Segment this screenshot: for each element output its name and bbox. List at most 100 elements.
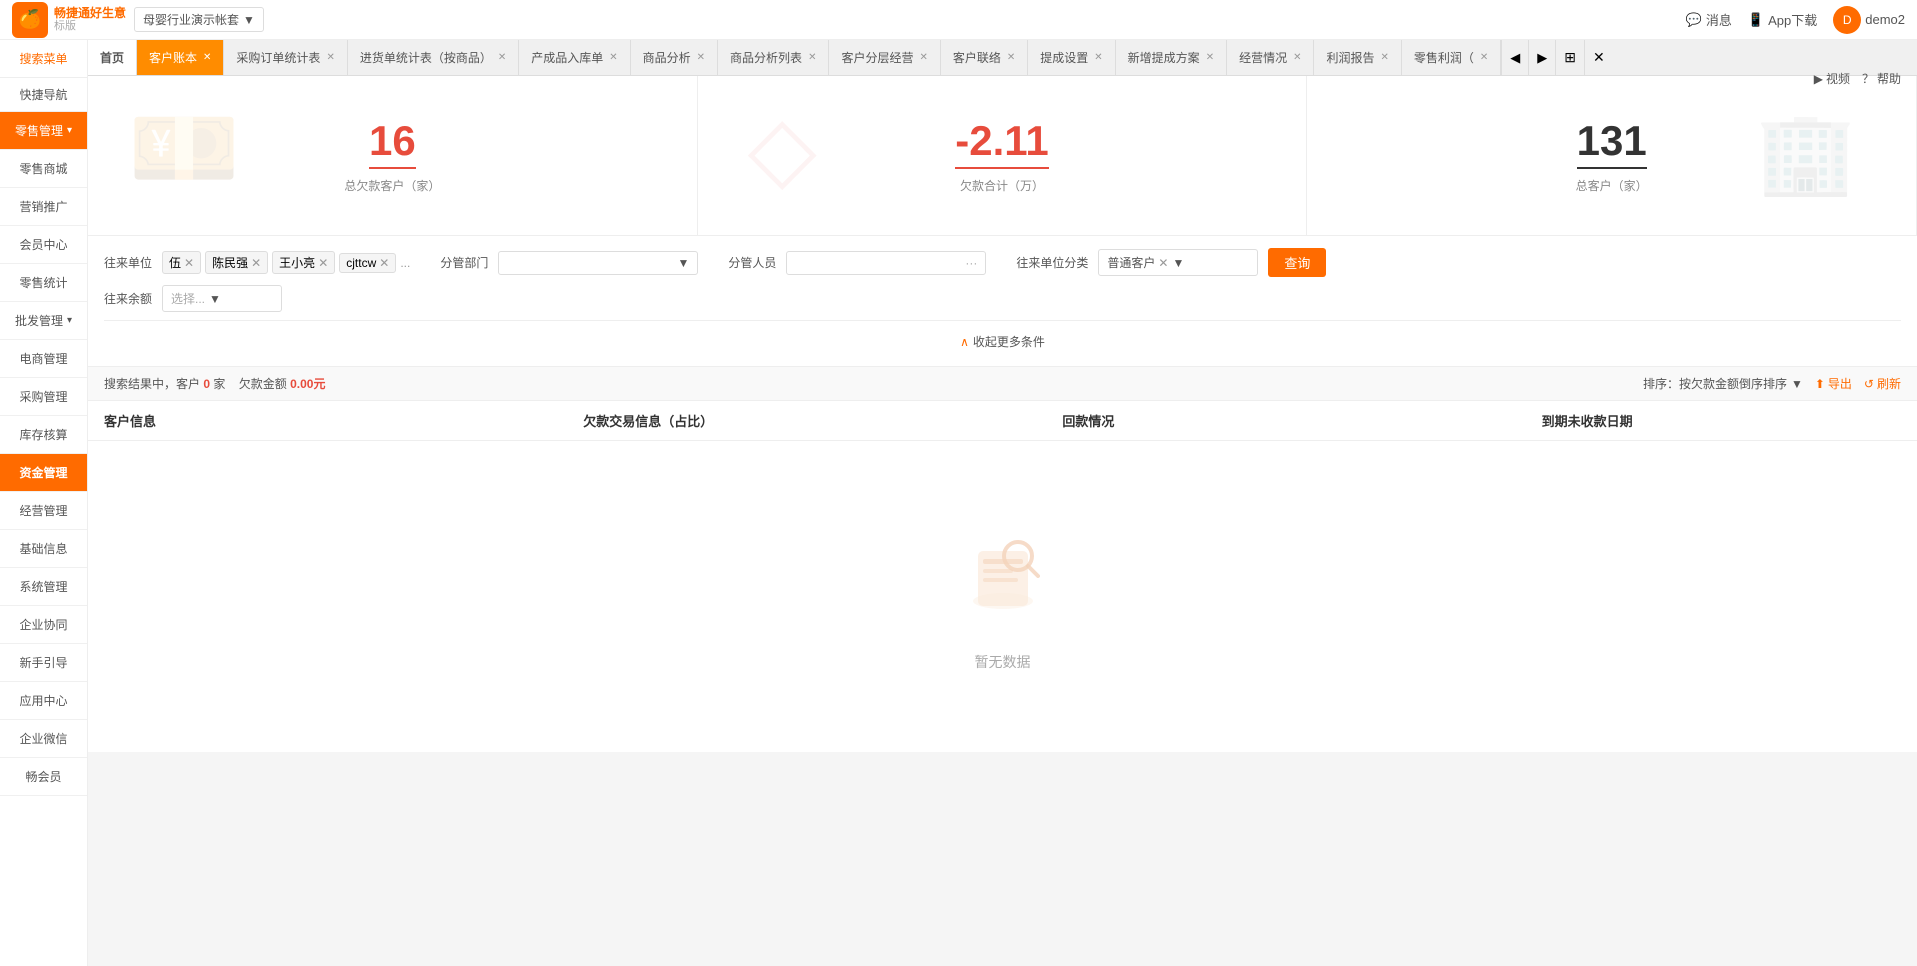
remove-tag-chen[interactable]: ✕ — [251, 256, 261, 270]
app-download-btn[interactable]: 📱 App下载 — [1748, 10, 1817, 29]
top-bar-right: 💬 消息 📱 App下载 D demo2 — [1686, 6, 1905, 34]
refresh-btn[interactable]: ↺ 刷新 — [1864, 375, 1901, 392]
tab-close-customer-book[interactable]: ✕ — [203, 52, 211, 63]
sidebar-item-ecommerce[interactable]: 电商管理 — [0, 340, 87, 378]
sidebar-item-system[interactable]: 系统管理 — [0, 568, 87, 606]
sidebar-item-base[interactable]: 基础信息 — [0, 530, 87, 568]
tab-ops-situation[interactable]: 经营情况 ✕ — [1227, 40, 1314, 76]
tab-close-stock-stats[interactable]: ✕ — [498, 52, 506, 63]
results-info: 搜索结果中，客户 0 家 欠款金额 0.00元 排序：按欠款金额倒序排序 ▼ ⬆… — [88, 367, 1917, 401]
tab-close-product-analysis[interactable]: ✕ — [697, 52, 705, 63]
collapse-btn[interactable]: ∧ 收起更多条件 — [104, 329, 1901, 354]
query-button[interactable]: 查询 — [1268, 248, 1326, 277]
sidebar-quick-nav[interactable]: 快捷导航 — [0, 78, 87, 112]
sidebar-item-member[interactable]: 会员中心 — [0, 226, 87, 264]
top-bar: 🍊 畅捷通好生意 标版 母婴行业演示帐套 ▼ 💬 消息 📱 App下载 D de… — [0, 0, 1917, 40]
sidebar-item-finance[interactable]: 资金管理 — [0, 454, 87, 492]
filter-tag-wang: 王小亮 ✕ — [272, 251, 335, 274]
tab-customer-tier[interactable]: 客户分层经营 ✕ — [829, 40, 940, 76]
user-menu[interactable]: D demo2 — [1833, 6, 1905, 34]
video-btn[interactable]: ▶ 视频 — [1814, 76, 1850, 87]
tab-close-customer-tier[interactable]: ✕ — [919, 52, 927, 63]
sidebar-item-enterprise[interactable]: 企业协同 — [0, 606, 87, 644]
balance-select[interactable]: 选择... ▼ — [162, 285, 282, 312]
sidebar: 搜索菜单 快捷导航 零售管理 ▾ 零售商城 营销推广 会员中心 零售统计 批发管… — [0, 40, 88, 966]
filter-area: 往来单位 伍 ✕ 陈民强 ✕ 王小亮 ✕ — [88, 236, 1917, 367]
person-label: 分管人员 — [728, 254, 776, 271]
stats-row: 💴 16 总欠款客户（家） ◇ -2.11 欠款合计（万） 🏢 — [88, 76, 1917, 236]
tab-close-ops-situation[interactable]: ✕ — [1293, 52, 1301, 63]
tab-new-commission[interactable]: 新增提成方案 ✕ — [1116, 40, 1227, 76]
tab-close-retail-profit[interactable]: ✕ — [1480, 52, 1488, 63]
tab-retail-profit[interactable]: 零售利润（ ✕ — [1402, 40, 1501, 76]
tab-profit-report[interactable]: 利润报告 ✕ — [1314, 40, 1401, 76]
remove-tag-normal[interactable]: ✕ — [1158, 256, 1168, 270]
filter-row-2: 往来余额 选择... ▼ — [104, 285, 1901, 312]
page-content: 💴 16 总欠款客户（家） ◇ -2.11 欠款合计（万） 🏢 — [88, 76, 1917, 966]
sidebar-item-purchase[interactable]: 采购管理 — [0, 378, 87, 416]
sidebar-item-marketing[interactable]: 营销推广 — [0, 188, 87, 226]
tab-close-new-commission[interactable]: ✕ — [1206, 52, 1214, 63]
tab-nav-left[interactable]: ◀ — [1501, 40, 1528, 76]
sidebar-item-retail-shop[interactable]: 零售商城 — [0, 150, 87, 188]
tab-product-analysis[interactable]: 商品分析 ✕ — [631, 40, 718, 76]
sidebar-item-vip[interactable]: 畅会员 — [0, 758, 87, 796]
tab-customer-book[interactable]: 客户账本 ✕ — [137, 40, 224, 76]
remove-tag-cjttcw[interactable]: ✕ — [379, 256, 389, 270]
sidebar-item-inventory[interactable]: 库存核算 — [0, 416, 87, 454]
tab-close-purchase-stats[interactable]: ✕ — [326, 52, 334, 63]
sidebar-item-newbie[interactable]: 新手引导 — [0, 644, 87, 682]
col-header-payment: 回款情况 — [1062, 411, 1541, 430]
filter-tag-wu: 伍 ✕ — [162, 251, 201, 274]
account-dropdown[interactable]: 母婴行业演示帐套 ▼ — [134, 7, 264, 32]
tab-nav-right[interactable]: ▶ — [1528, 40, 1555, 76]
tab-close-profit-report[interactable]: ✕ — [1381, 52, 1389, 63]
dept-label: 分管部门 — [440, 254, 488, 271]
export-btn[interactable]: ⬆ 导出 — [1815, 375, 1852, 392]
sidebar-item-app-center[interactable]: 应用中心 — [0, 682, 87, 720]
tab-product-inbound[interactable]: 产成品入库单 ✕ — [519, 40, 630, 76]
tab-purchase-stats[interactable]: 采购订单统计表 ✕ — [224, 40, 347, 76]
help-btn[interactable]: ？ 帮助 — [1862, 76, 1901, 87]
tab-close-commission-settings[interactable]: ✕ — [1094, 52, 1102, 63]
remove-tag-wang[interactable]: ✕ — [318, 256, 328, 270]
sidebar-item-retail-mgmt[interactable]: 零售管理 ▾ — [0, 112, 87, 150]
tab-nav-expand[interactable]: ⊞ — [1555, 40, 1584, 76]
tab-close-product-analysis-list[interactable]: ✕ — [808, 52, 816, 63]
stat-bg-icon-2: ◇ — [748, 96, 817, 201]
filter-row-1: 往来单位 伍 ✕ 陈民强 ✕ 王小亮 ✕ — [104, 248, 1901, 277]
table-area: 客户信息 欠款交易信息（占比） 回款情况 到期未收款日期 — [88, 401, 1917, 752]
sort-select[interactable]: 排序：按欠款金额倒序排序 ▼ — [1643, 375, 1803, 392]
sidebar-item-ops[interactable]: 经营管理 — [0, 492, 87, 530]
logo-name: 畅捷通好生意 — [54, 6, 126, 20]
tab-home[interactable]: 首页 — [88, 40, 137, 76]
tab-commission-settings[interactable]: 提成设置 ✕ — [1028, 40, 1115, 76]
unit-tags: 伍 ✕ 陈民强 ✕ 王小亮 ✕ cjttcw ✕ — [162, 251, 410, 274]
logo-area: 🍊 畅捷通好生意 标版 — [12, 2, 126, 38]
stat-total-debt: ◇ -2.11 欠款合计（万） — [698, 76, 1308, 235]
more-tags-btn[interactable]: ... — [400, 256, 410, 270]
messages-btn[interactable]: 💬 消息 — [1686, 10, 1732, 29]
sidebar-item-wholesale[interactable]: 批发管理 ▾ — [0, 302, 87, 340]
stat-label-customers: 总欠款客户（家） — [344, 177, 440, 194]
tab-close-product-inbound[interactable]: ✕ — [609, 52, 617, 63]
remove-tag-wu[interactable]: ✕ — [184, 256, 194, 270]
tab-close-customer-contact[interactable]: ✕ — [1007, 52, 1015, 63]
tab-product-analysis-list[interactable]: 商品分析列表 ✕ — [718, 40, 829, 76]
sidebar-search[interactable]: 搜索菜单 — [0, 40, 87, 78]
unit-type-select[interactable]: 普通客户 ✕ ▼ — [1098, 249, 1258, 276]
empty-state: 暂无数据 — [88, 441, 1917, 752]
unit-label: 往来单位 — [104, 254, 152, 271]
stat-total-customers: 💴 16 总欠款客户（家） — [88, 76, 698, 235]
tab-stock-stats[interactable]: 进货单统计表（按商品） ✕ — [348, 40, 519, 76]
col-header-debt: 欠款交易信息（占比） — [583, 411, 1062, 430]
dept-select[interactable]: ▼ — [498, 251, 698, 275]
sidebar-item-wecom[interactable]: 企业微信 — [0, 720, 87, 758]
tab-nav-close-all[interactable]: ✕ — [1584, 40, 1613, 76]
person-input[interactable]: ··· — [786, 251, 986, 275]
sidebar-item-retail-stats[interactable]: 零售统计 — [0, 264, 87, 302]
stat-total-clients: 🏢 131 总客户（家） — [1307, 76, 1917, 235]
stat-label-clients: 总客户（家） — [1576, 177, 1648, 194]
tab-customer-contact[interactable]: 客户联络 ✕ — [941, 40, 1028, 76]
stat-bg-icon-3: 🏢 — [1756, 106, 1856, 200]
